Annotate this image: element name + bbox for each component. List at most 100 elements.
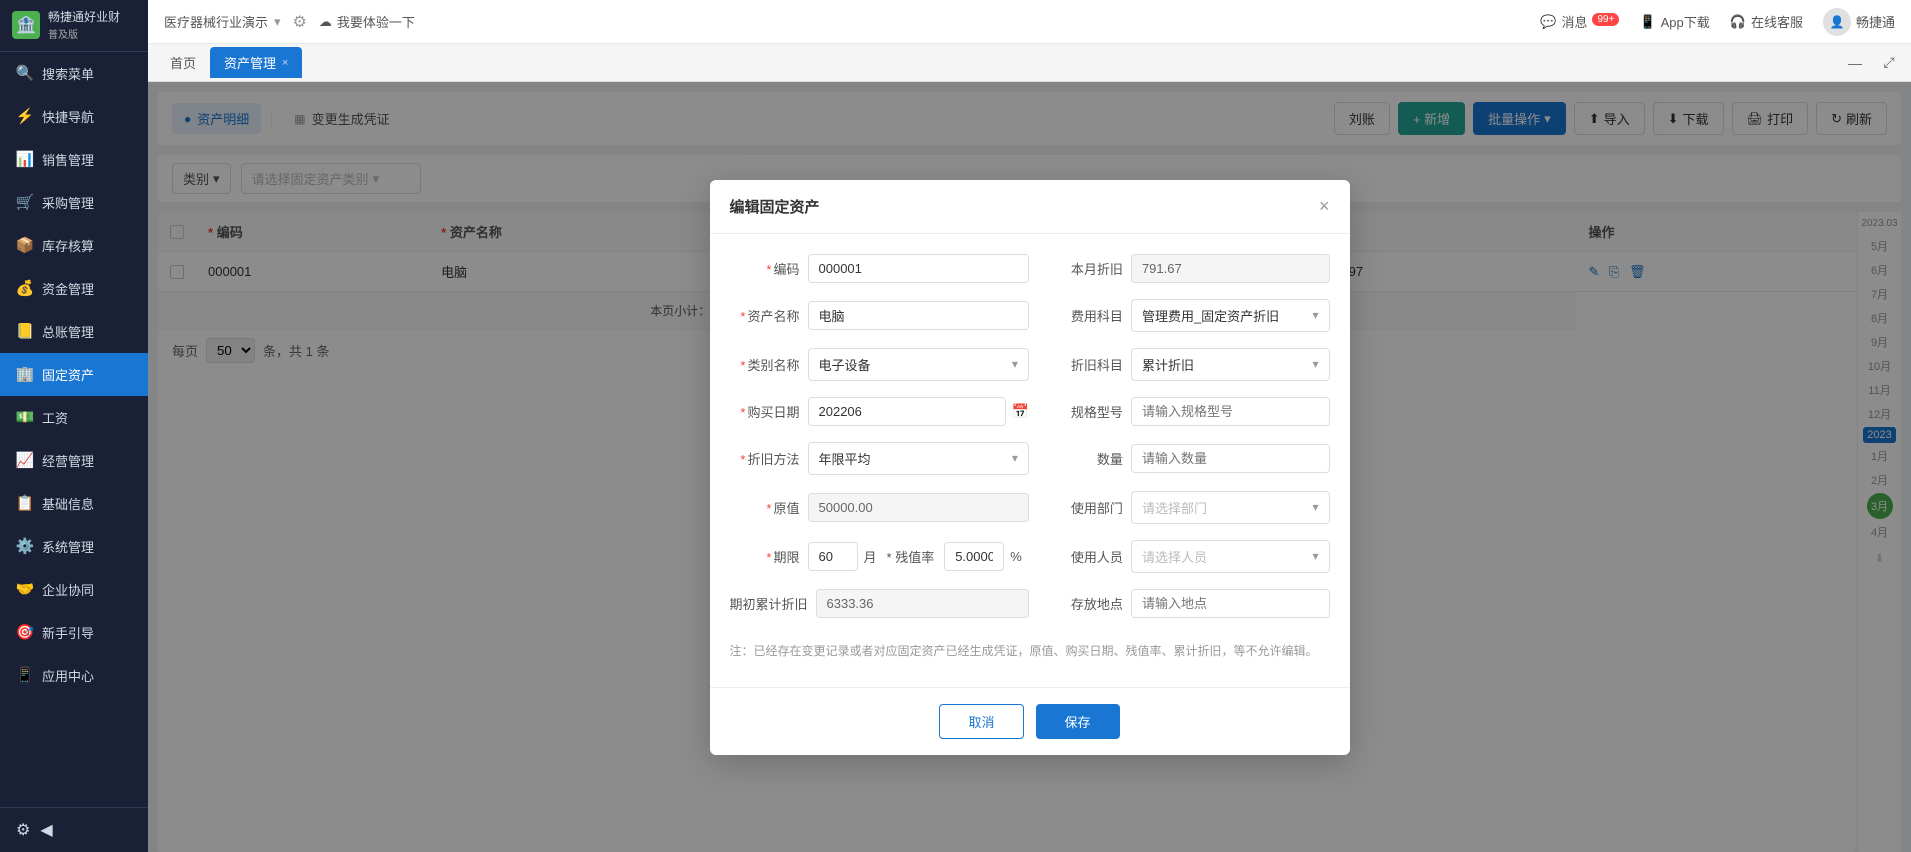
sidebar-logo: 🏦 畅捷通好业财 普及版	[0, 0, 148, 52]
form-group-initial-dep: 期初累计折旧	[730, 589, 1029, 618]
quicknav-icon: ⚡	[16, 107, 34, 125]
sidebar-item-assets[interactable]: 🏢 固定资产	[0, 353, 148, 396]
dept-select[interactable]: 请选择部门 ▾	[1131, 491, 1330, 524]
experience-button[interactable]: ☁ 我要体验一下	[319, 12, 415, 31]
monthly-dep-input	[1131, 254, 1330, 283]
topbar: 医疗器械行业演示 ▾ ⚙ ☁ 我要体验一下 💬 消息 99+ 📱 App下载	[148, 0, 1911, 44]
form-group-period: 期限 月 * 残值率 %	[730, 540, 1029, 573]
sidebar-item-inventory[interactable]: 📦 库存核算	[0, 224, 148, 267]
form-group-original-value: 原值	[730, 491, 1029, 524]
form-group-dep-account: 折旧科目 累计折旧 ▾	[1053, 348, 1330, 381]
period-unit: 月	[864, 547, 877, 566]
form-group-code: 编码	[730, 254, 1029, 283]
dep-account-select[interactable]: 累计折旧 ▾	[1131, 348, 1330, 381]
form-group-spec: 规格型号	[1053, 397, 1330, 426]
calendar-icon[interactable]: 📅	[1012, 403, 1029, 420]
app-badge: 普及版	[48, 26, 120, 41]
form-note: 注：已经存在变更记录或者对应固定资产已经生成凭证，原值、购买日期、残值率、累计折…	[730, 634, 1330, 667]
period-label: 期限	[730, 547, 800, 566]
sidebar-item-purchase[interactable]: 🛒 采购管理	[0, 181, 148, 224]
asset-name-input[interactable]	[808, 301, 1029, 330]
topbar-actions: 💬 消息 99+ 📱 App下载 🎧 在线客服 👤 畅捷通	[1540, 8, 1895, 36]
residual-rate-label: * 残值率	[887, 547, 935, 566]
form-group-dep-method: 折旧方法 年限平均 ▾	[730, 442, 1029, 475]
dept-label: 使用部门	[1053, 498, 1123, 517]
tab-home[interactable]: 首页	[156, 47, 210, 78]
quantity-input[interactable]	[1131, 444, 1330, 473]
expense-account-select[interactable]: 管理费用_固定资产折旧 ▾	[1131, 299, 1330, 332]
residual-rate-unit: %	[1010, 549, 1022, 564]
sidebar-item-collab[interactable]: 🤝 企业协同	[0, 568, 148, 611]
dep-method-select[interactable]: 年限平均 ▾	[808, 442, 1029, 475]
purchase-date-label: 购买日期	[730, 402, 800, 421]
spec-input[interactable]	[1131, 397, 1330, 426]
user-label: 使用人员	[1053, 547, 1123, 566]
form-group-quantity: 数量	[1053, 442, 1330, 475]
sidebar-item-quicknav[interactable]: ⚡ 快捷导航	[0, 95, 148, 138]
form-group-monthly-dep: 本月折旧	[1053, 254, 1330, 283]
search-icon: 🔍	[16, 64, 34, 82]
logo-icon: 🏦	[12, 11, 40, 39]
user-select[interactable]: 请选择人员 ▾	[1131, 540, 1330, 573]
main-area: 医疗器械行业演示 ▾ ⚙ ☁ 我要体验一下 💬 消息 99+ 📱 App下载	[148, 0, 1911, 852]
sidebar-item-system[interactable]: ⚙️ 系统管理	[0, 525, 148, 568]
chevron-down-icon: ▾	[1012, 357, 1018, 371]
sidebar-item-payroll[interactable]: 💵 工资	[0, 396, 148, 439]
sidebar-item-operations[interactable]: 📈 经营管理	[0, 439, 148, 482]
edit-asset-modal: 编辑固定资产 × 编码 本	[710, 180, 1350, 755]
category-select[interactable]: 电子设备 ▾	[808, 348, 1029, 381]
sidebar-item-search[interactable]: 🔍 搜索菜单	[0, 52, 148, 95]
form-group-purchase-date: 购买日期 📅	[730, 397, 1029, 426]
sidebar-item-appstore[interactable]: 📱 应用中心	[0, 654, 148, 697]
sidebar-item-sales[interactable]: 📊 销售管理	[0, 138, 148, 181]
minimize-icon[interactable]: —	[1841, 49, 1869, 77]
payroll-icon: 💵	[16, 408, 34, 426]
purchase-icon: 🛒	[16, 193, 34, 211]
sidebar-item-guide[interactable]: 🎯 新手引导	[0, 611, 148, 654]
app-download-button[interactable]: 📱 App下载	[1639, 12, 1709, 31]
tabbar-right-icons: — ⤢	[1841, 49, 1903, 77]
dep-method-label: 折旧方法	[730, 449, 800, 468]
cancel-button[interactable]: 取消	[939, 704, 1023, 739]
settings-icon[interactable]: ⚙	[16, 820, 30, 840]
chevron-down-icon5: ▾	[1312, 549, 1318, 563]
sidebar-item-ledger[interactable]: 📒 总账管理	[0, 310, 148, 353]
form-group-category: 类别名称 电子设备 ▾	[730, 348, 1029, 381]
tabbar: 首页 资产管理 × — ⤢	[148, 44, 1911, 82]
message-button[interactable]: 💬 消息 99+	[1540, 12, 1619, 31]
period-input	[808, 542, 858, 571]
tab-asset-management[interactable]: 资产管理 ×	[210, 47, 302, 78]
guide-icon: 🎯	[16, 623, 34, 641]
code-label: 编码	[730, 259, 800, 278]
category-label: 类别名称	[730, 355, 800, 374]
collab-icon: 🤝	[16, 580, 34, 598]
message-badge: 99+	[1592, 13, 1619, 26]
company-name: 医疗器械行业演示	[164, 12, 268, 31]
user-profile[interactable]: 👤 畅捷通	[1823, 8, 1895, 36]
chevron-down-icon4: ▾	[1312, 500, 1318, 514]
save-button[interactable]: 保存	[1036, 704, 1120, 739]
sidebar: 🏦 畅捷通好业财 普及版 🔍 搜索菜单 ⚡ 快捷导航 📊 销售管理	[0, 0, 148, 852]
form-group-location: 存放地点	[1053, 589, 1330, 618]
modal-close-button[interactable]: ×	[1319, 197, 1330, 215]
modal-overlay: 编辑固定资产 × 编码 本	[148, 82, 1911, 852]
spec-label: 规格型号	[1053, 402, 1123, 421]
purchase-date-input[interactable]	[808, 397, 1006, 426]
collapse-icon[interactable]: ◀	[40, 820, 52, 840]
sidebar-item-basic[interactable]: 📋 基础信息	[0, 482, 148, 525]
tab-close-icon[interactable]: ×	[282, 57, 288, 69]
sidebar-item-finance[interactable]: 💰 资金管理	[0, 267, 148, 310]
settings-gear-icon[interactable]: ⚙	[293, 12, 307, 32]
expand-icon[interactable]: ⤢	[1875, 49, 1903, 77]
code-input[interactable]	[808, 254, 1029, 283]
quantity-label: 数量	[1053, 449, 1123, 468]
location-input[interactable]	[1131, 589, 1330, 618]
asset-name-label: 资产名称	[730, 306, 800, 325]
appstore-icon: 📱	[16, 666, 34, 684]
chevron-icon: ▾	[1312, 308, 1318, 322]
form-group-asset-name: 资产名称	[730, 299, 1029, 332]
residual-rate-input	[944, 542, 1004, 571]
online-service-button[interactable]: 🎧 在线客服	[1730, 12, 1803, 31]
ledger-icon: 📒	[16, 322, 34, 340]
company-title: 医疗器械行业演示 ▾	[164, 12, 281, 31]
